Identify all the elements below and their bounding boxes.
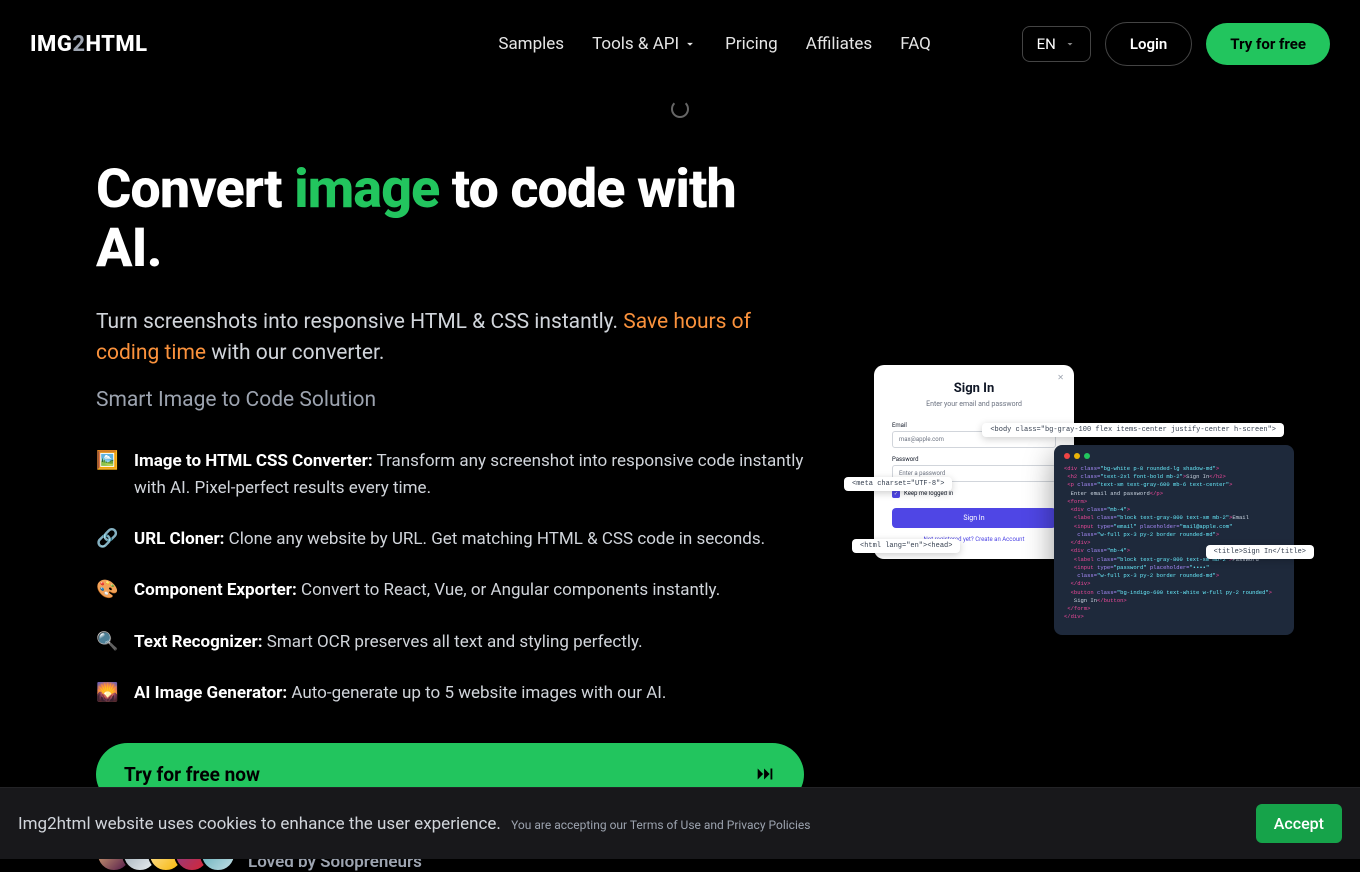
feature-item: 🎨 Component Exporter: Convert to React, … [96,577,804,604]
hero-subline: Turn screenshots into responsive HTML & … [96,307,804,370]
cookie-small: You are accepting our Terms of Use and P… [511,818,810,832]
feature-text: AI Image Generator: Auto-generate up to … [134,680,666,707]
magnifier-icon: 🔍 [96,629,118,654]
checkbox-icon: ✓ [892,490,900,498]
logo-part3: HTML [85,32,147,57]
signin-sub: Enter your email and password [892,400,1056,408]
keep-logged-row: ✓ Keep me logged in [892,490,1056,498]
close-icon: ✕ [1057,373,1064,382]
nav-faq[interactable]: FAQ [900,34,931,54]
code-tag-1: <body class="bg-gray-100 flex items-cent… [982,423,1284,437]
password-label: Password [892,456,1056,463]
feature-text: Component Exporter: Convert to React, Vu… [134,577,720,604]
signin-title: Sign In [892,381,1056,396]
feature-text: URL Cloner: Clone any website by URL. Ge… [134,526,765,553]
nav-tools[interactable]: Tools & API [592,34,697,54]
site-header: IMG2HTML Samples Tools & API Pricing Aff… [0,0,1360,88]
cookie-text: Img2html website uses cookies to enhance… [18,814,810,834]
feature-item: 🖼️ Image to HTML CSS Converter: Transfor… [96,448,804,502]
window-dots [1064,453,1284,459]
dropdown-icon [1064,38,1076,50]
fast-forward-icon [754,763,776,785]
code-tag-2: <meta charset="UTF-8"> [844,477,952,491]
sunset-icon: 🌄 [96,680,118,705]
image-icon: 🖼️ [96,448,118,473]
illustration-wrapper: ✕ Sign In Enter your email and password … [844,365,1264,685]
cookie-accept-button[interactable]: Accept [1256,804,1342,843]
login-button[interactable]: Login [1105,22,1192,66]
spinner-icon [671,100,689,118]
chevron-down-icon [683,37,697,51]
hero-heading: Convert image to code with AI. [96,160,804,279]
code-tag-3: <html lang="en"><head> [852,539,960,553]
hero-left: Convert image to code with AI. Turn scre… [96,138,804,872]
dot-green-icon [1084,453,1090,459]
link-icon: 🔗 [96,526,118,551]
dot-red-icon [1064,453,1070,459]
feature-list: 🖼️ Image to HTML CSS Converter: Transfor… [96,448,804,707]
logo-part1: IMG [30,32,72,57]
main-nav: Samples Tools & API Pricing Affiliates F… [498,34,931,54]
nav-samples[interactable]: Samples [498,34,564,54]
hero-illustration: ✕ Sign In Enter your email and password … [844,138,1264,872]
dot-yellow-icon [1074,453,1080,459]
hero-section: Convert image to code with AI. Turn scre… [0,138,1360,872]
header-right: EN Login Try for free [1022,22,1330,66]
feature-item: 🌄 AI Image Generator: Auto-generate up t… [96,680,804,707]
palette-icon: 🎨 [96,577,118,602]
try-free-button-header[interactable]: Try for free [1206,23,1330,65]
logo[interactable]: IMG2HTML [30,32,148,57]
feature-text: Text Recognizer: Smart OCR preserves all… [134,629,643,656]
logo-part2: 2 [72,32,85,57]
nav-affiliates[interactable]: Affiliates [806,34,872,54]
signin-mockup: ✕ Sign In Enter your email and password … [874,365,1074,559]
feature-item: 🔍 Text Recognizer: Smart OCR preserves a… [96,629,804,656]
signin-button-mock: Sign In [892,508,1056,528]
loading-row [0,88,1360,138]
code-editor-mockup: <div class="bg-white p-8 rounded-lg shad… [1054,445,1294,635]
code-tag-4: <title>Sign In</title> [1206,545,1314,559]
cookie-banner: Img2html website uses cookies to enhance… [0,787,1360,859]
feature-item: 🔗 URL Cloner: Clone any website by URL. … [96,526,804,553]
feature-text: Image to HTML CSS Converter: Transform a… [134,448,804,502]
nav-pricing[interactable]: Pricing [725,34,778,54]
hero-subline-2: Smart Image to Code Solution [96,388,804,412]
language-select[interactable]: EN [1022,26,1091,62]
